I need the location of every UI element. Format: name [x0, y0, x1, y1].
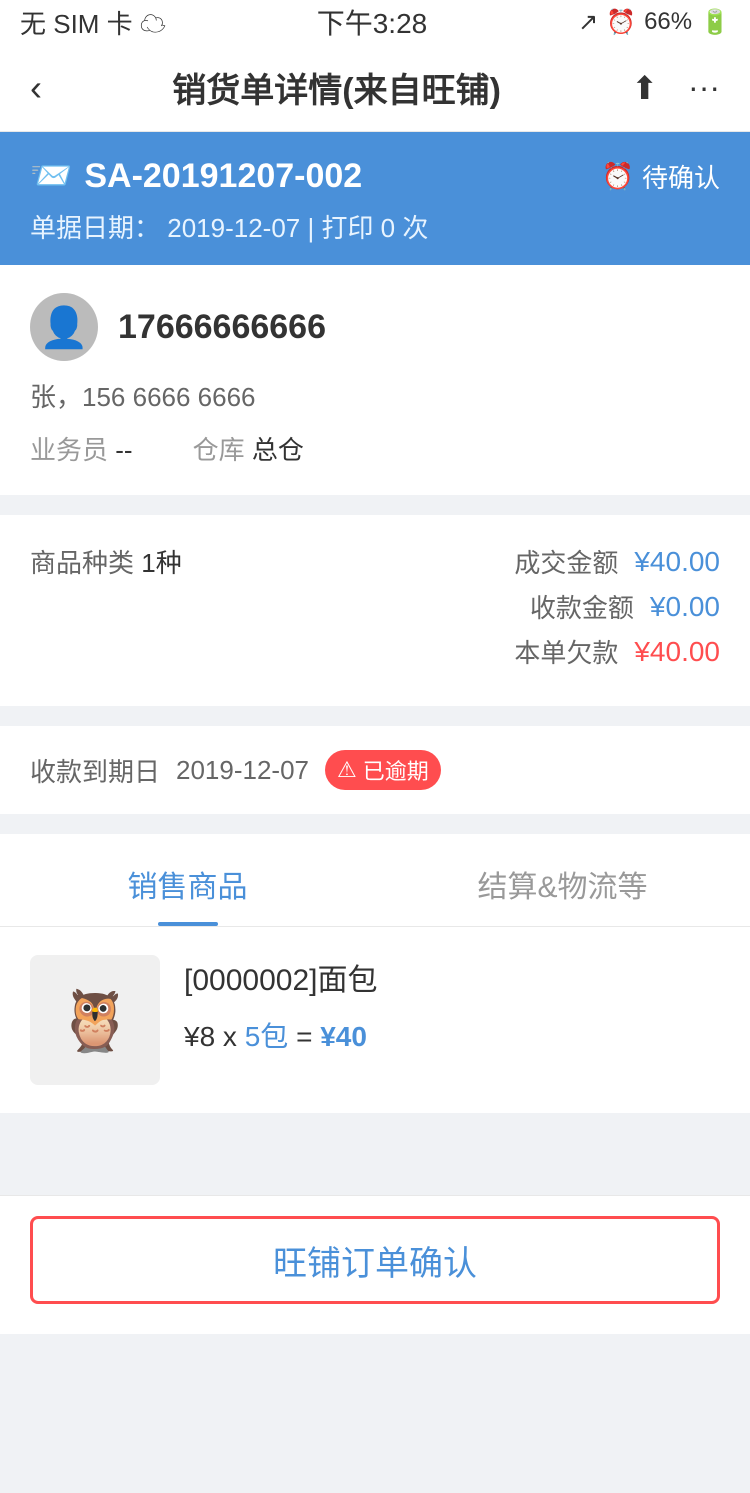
nav-bar: ‹ 销货单详情(来自旺铺) ⬆ ···	[0, 44, 750, 132]
order-date-row: 单据日期： 2019-12-07 | 打印 0 次	[30, 208, 720, 245]
order-inbox-icon: 📨	[30, 156, 72, 196]
product-qty: 5包	[245, 1021, 289, 1052]
status-bar-left: 无 SIM 卡 ☁	[20, 4, 166, 41]
deal-amount-row: 成交金额 ¥40.00	[514, 543, 720, 580]
avatar: 👤	[30, 293, 98, 361]
battery-level: 66%	[644, 8, 692, 36]
status-text: 待确认	[642, 158, 720, 195]
order-header: 📨 SA-20191207-002 ⏰ 待确认 单据日期： 2019-12-07…	[0, 132, 750, 265]
order-date-value: 2019-12-07	[167, 213, 300, 243]
product-total: ¥40	[320, 1021, 367, 1052]
location-icon: ↗	[578, 8, 598, 37]
bottom-action-bar: 旺铺订单确认	[0, 1195, 750, 1334]
overdue-badge: ⚠ 已逾期	[325, 750, 441, 790]
received-label: 收款金额	[530, 588, 634, 625]
order-id-text: SA-20191207-002	[84, 157, 362, 196]
due-date-label: 收款到期日	[30, 752, 160, 789]
tabs-row: 销售商品 结算&物流等	[0, 834, 750, 927]
deal-amount-value: ¥40.00	[634, 546, 720, 578]
due-label: 本单欠款	[514, 633, 618, 670]
date-label: 单据日期：	[30, 213, 160, 243]
customer-meta: 业务员 -- 仓库 总仓	[30, 430, 720, 467]
tab-sales-products[interactable]: 销售商品	[0, 834, 375, 926]
received-amount-row: 收款金额 ¥0.00	[514, 588, 720, 625]
clock-icon: ⏰	[602, 161, 634, 192]
print-info: | 打印 0 次	[307, 213, 428, 243]
salesperson-item: 业务员 --	[30, 430, 133, 467]
status-bar: 无 SIM 卡 ☁ 下午3:28 ↗ ⏰ 66% 🔋	[0, 0, 750, 44]
product-item: 🦉 [0000002]面包 ¥8 x 5包 = ¥40	[0, 927, 750, 1113]
warehouse-label: 仓库	[193, 435, 245, 465]
product-name: [0000002]面包	[184, 955, 720, 999]
item-type-label: 商品种类	[30, 548, 134, 578]
order-id-row: 📨 SA-20191207-002	[30, 156, 362, 196]
due-date-section: 收款到期日 2019-12-07 ⚠ 已逾期	[0, 726, 750, 814]
confirm-order-button[interactable]: 旺铺订单确认	[30, 1216, 720, 1304]
user-icon: 👤	[39, 304, 89, 351]
amount-summary: 成交金额 ¥40.00 收款金额 ¥0.00 本单欠款 ¥40.00	[514, 543, 720, 678]
warehouse-item: 仓库 总仓	[193, 430, 304, 467]
more-icon[interactable]: ···	[688, 69, 720, 106]
product-info: [0000002]面包 ¥8 x 5包 = ¥40	[184, 955, 720, 1055]
product-image: 🦉	[30, 955, 160, 1085]
order-status: ⏰ 待确认	[602, 158, 720, 195]
overdue-text: 已逾期	[363, 754, 429, 786]
deal-amount-label: 成交金额	[514, 543, 618, 580]
salesperson-label: 业务员	[30, 435, 108, 465]
share-icon[interactable]: ⬆	[631, 69, 658, 107]
due-value: ¥40.00	[634, 636, 720, 668]
warning-icon: ⚠	[337, 757, 357, 783]
due-date-value: 2019-12-07	[176, 755, 309, 786]
customer-name: 张，156 6666 6666	[30, 377, 720, 414]
page-title: 销货单详情(来自旺铺)	[172, 63, 501, 112]
customer-section: 👤 17666666666 张，156 6666 6666 业务员 -- 仓库 …	[0, 265, 750, 495]
battery-icon: 🔋	[700, 8, 730, 37]
warehouse-value: 总仓	[252, 435, 304, 465]
unit-price: ¥8 x	[184, 1021, 245, 1052]
sim-status: 无 SIM 卡 ☁	[20, 4, 166, 41]
status-bar-right: ↗ ⏰ 66% 🔋	[578, 8, 730, 37]
customer-phone: 17666666666	[118, 308, 326, 347]
nav-right-icons: ⬆ ···	[631, 69, 720, 107]
status-bar-time: 下午3:28	[317, 2, 428, 42]
product-price-row: ¥8 x 5包 = ¥40	[184, 1015, 720, 1055]
alarm-icon: ⏰	[606, 8, 636, 37]
back-button[interactable]: ‹	[30, 67, 42, 109]
item-type-info: 商品种类 1种	[30, 543, 182, 580]
item-count-value: 1种	[141, 548, 181, 578]
tabs-section: 销售商品 结算&物流等	[0, 834, 750, 927]
bottom-spacer	[0, 1333, 750, 1493]
product-placeholder-icon: 🦉	[58, 985, 133, 1056]
equals-sign: =	[296, 1021, 320, 1052]
salesperson-value: --	[115, 435, 132, 465]
due-amount-row: 本单欠款 ¥40.00	[514, 633, 720, 670]
received-value: ¥0.00	[650, 591, 720, 623]
summary-section: 商品种类 1种 成交金额 ¥40.00 收款金额 ¥0.00 本单欠款 ¥40.…	[0, 515, 750, 706]
tab-settlement[interactable]: 结算&物流等	[375, 834, 750, 926]
